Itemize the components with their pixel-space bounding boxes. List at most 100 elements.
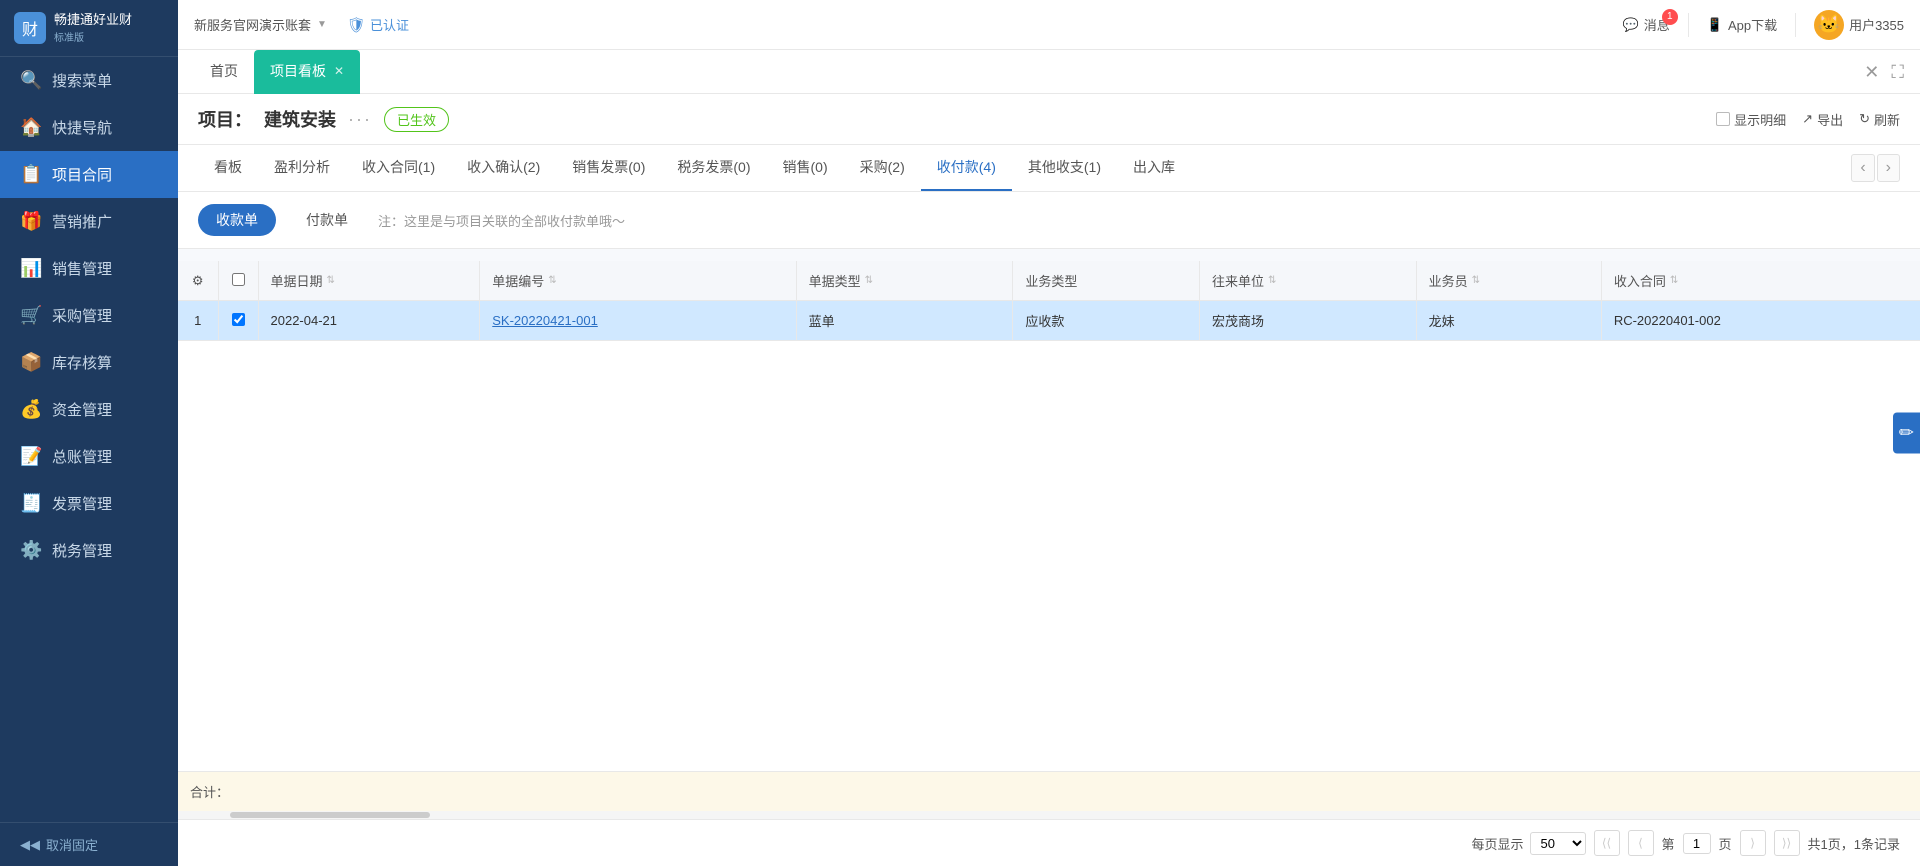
col-select[interactable] [218, 261, 258, 301]
col-date[interactable]: 单据日期 ⇅ [258, 261, 480, 301]
sidebar-item-purchase[interactable]: 🛒 采购管理 [0, 292, 178, 339]
sidebar-item-ledger[interactable]: 📝 总账管理 [0, 433, 178, 480]
inner-tab-pay[interactable]: 付款单 [288, 204, 366, 236]
summary-label: 合计： [190, 782, 229, 801]
row-business-type: 应收款 [1013, 301, 1200, 341]
horizontal-scrollbar[interactable] [178, 811, 1920, 819]
project-label: 项目： [198, 106, 252, 132]
show-detail-button[interactable]: 显示明细 [1716, 110, 1786, 129]
page-size-select[interactable]: 50 100 200 [1530, 832, 1586, 855]
sort-icon: ⇅ [865, 275, 873, 286]
page-size-label: 每页显示 [1471, 834, 1523, 853]
sub-tab-payment[interactable]: 收付款(4) [921, 145, 1012, 191]
float-action-button[interactable]: ✏ [1893, 413, 1920, 454]
col-settings[interactable]: ⚙ [178, 261, 218, 301]
phone-icon: 📱 [1707, 17, 1723, 33]
select-all-checkbox[interactable] [232, 273, 245, 286]
close-tab-icon[interactable]: ✕ [334, 64, 344, 78]
sidebar-item-search[interactable]: 🔍 搜索菜单 [0, 57, 178, 104]
sub-tab-income-confirm[interactable]: 收入确认(2) [451, 145, 556, 191]
tab-project-board[interactable]: 项目看板 ✕ [254, 50, 360, 94]
app-download-button[interactable]: 📱 App下载 [1707, 15, 1777, 34]
pagination: 每页显示 50 100 200 ⟨⟨ ⟨ 第 页 ⟩ ⟩⟩ 共1页，1条记录 [178, 819, 1920, 866]
home-icon: 🏠 [20, 117, 42, 138]
table-row[interactable]: 1 2022-04-21 SK-20220421-001 蓝单 应收款 宏茂商场… [178, 301, 1920, 341]
pin-icon: ◀◀ [20, 837, 40, 853]
sub-tab-profit[interactable]: 盈利分析 [258, 145, 346, 191]
sidebar-item-invoice[interactable]: 🧾 发票管理 [0, 480, 178, 527]
sidebar-item-tax[interactable]: ⚙️ 税务管理 [0, 527, 178, 574]
col-salesman[interactable]: 业务员 ⇅ [1416, 261, 1601, 301]
money-icon: 💰 [20, 399, 42, 420]
row-checkbox-cell[interactable] [218, 301, 258, 341]
project-icon: 📋 [20, 164, 42, 185]
top-header: 新服务官网演示账套 ▼ 🛡 已认证 💬 消息 1 📱 App下载 🐱 用户335… [178, 0, 1920, 50]
sidebar-item-project[interactable]: 📋 项目合同 [0, 151, 178, 198]
col-business-type[interactable]: 业务类型 [1013, 261, 1200, 301]
data-table: ⚙ 单据日期 ⇅ [178, 261, 1920, 341]
refresh-button[interactable]: ↻ 刷新 [1859, 110, 1900, 129]
sidebar-item-inventory[interactable]: 📦 库存核算 [0, 339, 178, 386]
inner-tab-note: 注：这里是与项目关联的全部收付款单哦～ [378, 211, 625, 230]
col-type[interactable]: 单据类型 ⇅ [796, 261, 1013, 301]
sub-tab-prev[interactable]: ‹ [1851, 154, 1874, 182]
messages-button[interactable]: 💬 消息 1 [1623, 15, 1670, 34]
sub-tab-sales[interactable]: 销售(0) [767, 145, 844, 191]
sub-tab-inout[interactable]: 出入库 [1117, 145, 1191, 191]
sort-icon: ⇅ [1670, 275, 1678, 286]
sidebar-item-sales[interactable]: 📊 销售管理 [0, 245, 178, 292]
sidebar-item-marketing[interactable]: 🎁 营销推广 [0, 198, 178, 245]
sub-tab-purchase[interactable]: 采购(2) [844, 145, 921, 191]
col-partner[interactable]: 往来单位 ⇅ [1199, 261, 1416, 301]
last-page-button[interactable]: ⟩⟩ [1774, 830, 1800, 856]
sub-tab-next[interactable]: › [1877, 154, 1900, 182]
account-selector[interactable]: 新服务官网演示账套 ▼ [194, 15, 327, 34]
status-badge: 已生效 [384, 107, 449, 132]
inner-tabs: 收款单 付款单 注：这里是与项目关联的全部收付款单哦～ [178, 192, 1920, 249]
search-icon: 🔍 [20, 70, 42, 91]
scrollbar-thumb[interactable] [230, 812, 430, 818]
page-total-info: 共1页，1条记录 [1808, 834, 1900, 853]
col-number[interactable]: 单据编号 ⇅ [480, 261, 796, 301]
sort-icon: ⇅ [548, 275, 556, 286]
sub-tab-sales-invoice[interactable]: 销售发票(0) [556, 145, 661, 191]
current-page-input[interactable] [1683, 833, 1711, 854]
header-right: 💬 消息 1 📱 App下载 🐱 用户3355 [1623, 10, 1904, 40]
row-number[interactable]: SK-20220421-001 [480, 301, 796, 341]
sidebar-item-quicknav[interactable]: 🏠 快捷导航 [0, 104, 178, 151]
row-contract: RC-20220401-002 [1601, 301, 1920, 341]
gear-icon[interactable]: ⚙ [192, 273, 204, 289]
sub-tab-other[interactable]: 其他收支(1) [1012, 145, 1117, 191]
sort-icon: ⇅ [1472, 275, 1480, 286]
sidebar-item-label: 库存核算 [52, 352, 112, 373]
next-page-button[interactable]: ⟩ [1740, 830, 1766, 856]
user-menu[interactable]: 🐱 用户3355 [1814, 10, 1904, 40]
sub-tab-kanban[interactable]: 看板 [198, 145, 258, 191]
header-divider-2 [1795, 13, 1796, 37]
certified-badge: 🛡 已认证 [347, 15, 409, 34]
prev-page-button[interactable]: ⟨ [1628, 830, 1654, 856]
message-icon: 💬 [1623, 17, 1639, 33]
sub-tab-income-contract[interactable]: 收入合同(1) [346, 145, 451, 191]
row-checkbox[interactable] [232, 313, 245, 326]
tab-home[interactable]: 首页 [194, 50, 254, 94]
row-partner: 宏茂商场 [1199, 301, 1416, 341]
close-window-button[interactable]: ✕ [1864, 63, 1879, 81]
export-button[interactable]: ↗ 导出 [1802, 110, 1843, 129]
avatar: 🐱 [1814, 10, 1844, 40]
shield-icon: 🛡 [347, 16, 366, 34]
sidebar-unpin[interactable]: ◀◀ 取消固定 [0, 822, 178, 866]
more-options-button[interactable]: ··· [348, 109, 372, 130]
chevron-down-icon: ▼ [317, 19, 327, 30]
edit-icon: ✏ [1899, 423, 1914, 443]
sub-tab-tax-invoice[interactable]: 税务发票(0) [661, 145, 766, 191]
sidebar-logo: 财 畅捷通好业财 标准版 [0, 0, 178, 57]
sidebar-item-label: 采购管理 [52, 305, 112, 326]
sidebar-item-finance[interactable]: 💰 资金管理 [0, 386, 178, 433]
first-page-button[interactable]: ⟨⟨ [1594, 830, 1620, 856]
table-container[interactable]: ⚙ 单据日期 ⇅ [178, 261, 1920, 771]
gift-icon: 🎁 [20, 211, 42, 232]
inner-tab-receive[interactable]: 收款单 [198, 204, 276, 236]
maximize-window-button[interactable]: ⛶ [1891, 63, 1904, 81]
col-contract[interactable]: 收入合同 ⇅ [1601, 261, 1920, 301]
